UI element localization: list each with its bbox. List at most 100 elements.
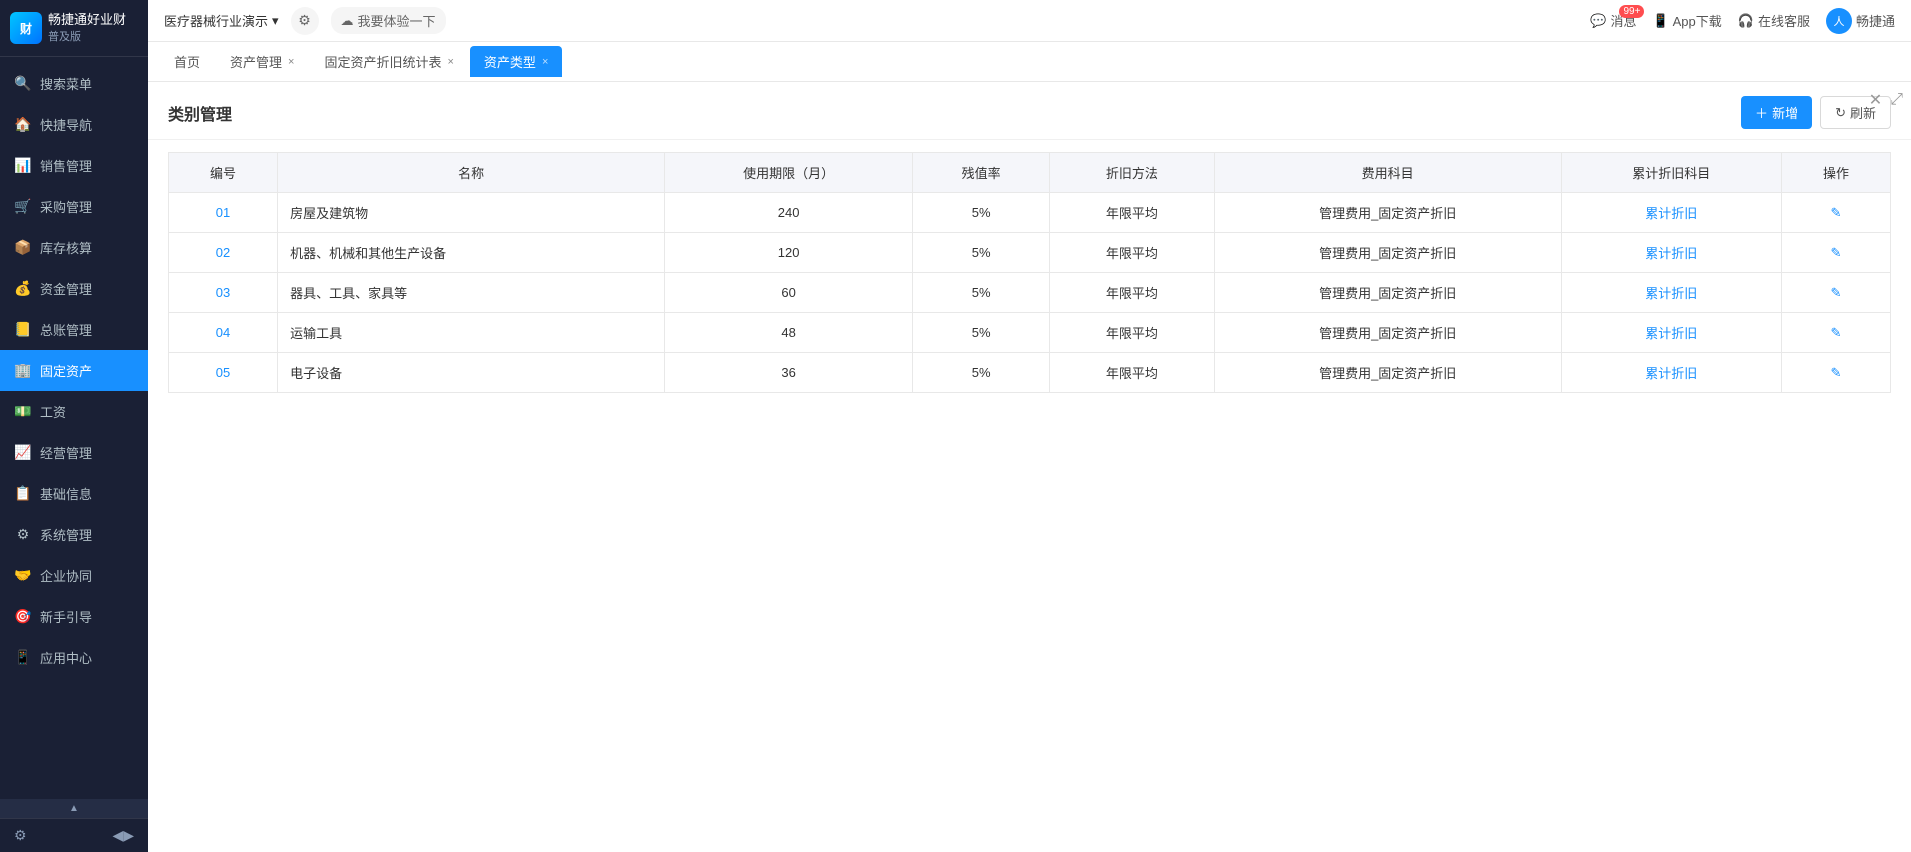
new-button-label: 新增 [1772, 103, 1798, 122]
sidebar-item-guide[interactable]: 🎯 新手引导 [0, 596, 148, 637]
tab-depreciation-label: 固定资产折旧统计表 [324, 52, 441, 71]
cell-code-1: 02 [169, 233, 278, 273]
settings-icon[interactable]: ⚙ [14, 827, 27, 844]
cell-residual-4: 5% [913, 353, 1050, 393]
cell-residual-2: 5% [913, 273, 1050, 313]
sidebar-label-basic: 基础信息 [40, 484, 92, 503]
expand-panel-button[interactable]: ⤢ [1890, 91, 1903, 109]
page-header: 类别管理 ＋ 新增 ↻ 刷新 [148, 82, 1911, 140]
cell-months-2: 60 [665, 273, 913, 313]
col-name: 名称 [278, 153, 665, 193]
sidebar: 财 畅捷通好业财 普及版 🔍 搜索菜单 🏠 快捷导航 📊 销售管理 🛒 采购管理… [0, 0, 148, 852]
page-title: 类别管理 [168, 101, 232, 125]
header-right: 💬 消息 99+ 📱 App下载 🎧 在线客服 人 畅捷通 [1590, 8, 1895, 34]
capital-icon: 💰 [14, 280, 32, 297]
col-code: 编号 [169, 153, 278, 193]
plus-icon: ＋ [1755, 103, 1768, 122]
ledger-icon: 📒 [14, 321, 32, 338]
cell-edit-2[interactable]: ✎ [1781, 273, 1890, 313]
company-selector[interactable]: 医疗器械行业演示 ▾ [164, 11, 279, 30]
operations-icon: 📈 [14, 444, 32, 461]
tab-asset-type-label: 资产类型 [484, 52, 536, 71]
cell-method-0: 年限平均 [1050, 193, 1215, 233]
basic-icon: 📋 [14, 485, 32, 502]
cell-edit-1[interactable]: ✎ [1781, 233, 1890, 273]
sidebar-item-inventory[interactable]: 📦 库存核算 [0, 227, 148, 268]
cell-accumulated-3[interactable]: 累计折旧 [1561, 313, 1781, 353]
sidebar-item-search[interactable]: 🔍 搜索菜单 [0, 63, 148, 104]
new-button[interactable]: ＋ 新增 [1741, 96, 1812, 129]
sidebar-item-fixed[interactable]: 🏢 固定资产 [0, 350, 148, 391]
cell-accumulated-4[interactable]: 累计折旧 [1561, 353, 1781, 393]
collab-icon: 🤝 [14, 567, 32, 584]
cell-expense-1: 管理费用_固定资产折旧 [1214, 233, 1561, 273]
scroll-up-icon[interactable]: ▲ [69, 803, 79, 814]
cell-expense-0: 管理费用_固定资产折旧 [1214, 193, 1561, 233]
cloud-icon: ☁ [341, 13, 354, 29]
try-experience-button[interactable]: ☁ 我要体验一下 [331, 7, 446, 34]
sidebar-scroll: ▲ [0, 799, 148, 818]
tab-asset-mgmt[interactable]: 资产管理 × [216, 46, 308, 77]
service-label: 在线客服 [1758, 11, 1810, 30]
tab-asset-mgmt-close[interactable]: × [288, 56, 294, 68]
cell-edit-3[interactable]: ✎ [1781, 313, 1890, 353]
tab-depreciation-close[interactable]: × [447, 56, 453, 68]
cell-edit-0[interactable]: ✎ [1781, 193, 1890, 233]
app-download-label: App下载 [1673, 11, 1722, 30]
sidebar-item-capital[interactable]: 💰 资金管理 [0, 268, 148, 309]
app-download-action[interactable]: 📱 App下载 [1652, 11, 1721, 30]
sidebar-item-appstore[interactable]: 📱 应用中心 [0, 637, 148, 678]
sidebar-item-purchase[interactable]: 🛒 采购管理 [0, 186, 148, 227]
system-icon: ⚙ [14, 526, 32, 543]
customer-service-action[interactable]: 🎧 在线客服 [1738, 11, 1810, 30]
user-avatar: 人 [1826, 8, 1852, 34]
tab-home-label: 首页 [174, 52, 200, 71]
guide-icon: 🎯 [14, 608, 32, 625]
sidebar-item-sales[interactable]: 📊 销售管理 [0, 145, 148, 186]
table-body: 01 房屋及建筑物 240 5% 年限平均 管理费用_固定资产折旧 累计折旧 ✎… [169, 193, 1891, 393]
tab-home[interactable]: 首页 [160, 46, 214, 77]
refresh-icon: ↻ [1835, 105, 1846, 121]
sidebar-label-fixed: 固定资产 [40, 361, 92, 380]
sidebar-item-quicknav[interactable]: 🏠 快捷导航 [0, 104, 148, 145]
col-accumulated: 累计折旧科目 [1561, 153, 1781, 193]
headset-icon: 🎧 [1738, 13, 1754, 29]
user-action[interactable]: 人 畅捷通 [1826, 8, 1895, 34]
col-months: 使用期限（月） [665, 153, 913, 193]
sidebar-label-inventory: 库存核算 [40, 238, 92, 257]
main-content: 医疗器械行业演示 ▾ ⚙ ☁ 我要体验一下 💬 消息 99+ 📱 App下载 🎧… [148, 0, 1911, 852]
col-residual: 残值率 [913, 153, 1050, 193]
appstore-icon: 📱 [14, 649, 32, 666]
app-logo-icon: 财 [10, 12, 42, 44]
table-row: 05 电子设备 36 5% 年限平均 管理费用_固定资产折旧 累计折旧 ✎ [169, 353, 1891, 393]
sidebar-label-search: 搜索菜单 [40, 74, 92, 93]
sidebar-label-capital: 资金管理 [40, 279, 92, 298]
collapse-icon[interactable]: ◀▶ [112, 827, 134, 844]
message-action[interactable]: 💬 消息 99+ [1590, 11, 1636, 30]
tab-depreciation[interactable]: 固定资产折旧统计表 × [310, 46, 467, 77]
sidebar-item-ledger[interactable]: 📒 总账管理 [0, 309, 148, 350]
sidebar-item-basic[interactable]: 📋 基础信息 [0, 473, 148, 514]
sidebar-label-sales: 销售管理 [40, 156, 92, 175]
tab-asset-type[interactable]: 资产类型 × [470, 46, 562, 77]
cell-accumulated-0[interactable]: 累计折旧 [1561, 193, 1781, 233]
message-badge: 99+ [1619, 5, 1644, 18]
sidebar-label-collab: 企业协同 [40, 566, 92, 585]
cell-residual-1: 5% [913, 233, 1050, 273]
sidebar-item-operations[interactable]: 📈 经营管理 [0, 432, 148, 473]
cell-accumulated-2[interactable]: 累计折旧 [1561, 273, 1781, 313]
sidebar-item-system[interactable]: ⚙ 系统管理 [0, 514, 148, 555]
cell-edit-4[interactable]: ✎ [1781, 353, 1890, 393]
close-panel-button[interactable]: ✕ [1869, 90, 1882, 110]
tab-asset-mgmt-label: 资产管理 [230, 52, 282, 71]
cell-name-0: 房屋及建筑物 [278, 193, 665, 233]
cell-code-3: 04 [169, 313, 278, 353]
message-icon: 💬 [1590, 13, 1606, 29]
tab-asset-type-close[interactable]: × [542, 56, 548, 68]
company-settings-button[interactable]: ⚙ [291, 7, 319, 35]
sidebar-item-payroll[interactable]: 💵 工资 [0, 391, 148, 432]
app-logo-text: 畅捷通好业财 普及版 [48, 12, 126, 44]
sidebar-item-collab[interactable]: 🤝 企业协同 [0, 555, 148, 596]
table-row: 02 机器、机械和其他生产设备 120 5% 年限平均 管理费用_固定资产折旧 … [169, 233, 1891, 273]
cell-accumulated-1[interactable]: 累计折旧 [1561, 233, 1781, 273]
